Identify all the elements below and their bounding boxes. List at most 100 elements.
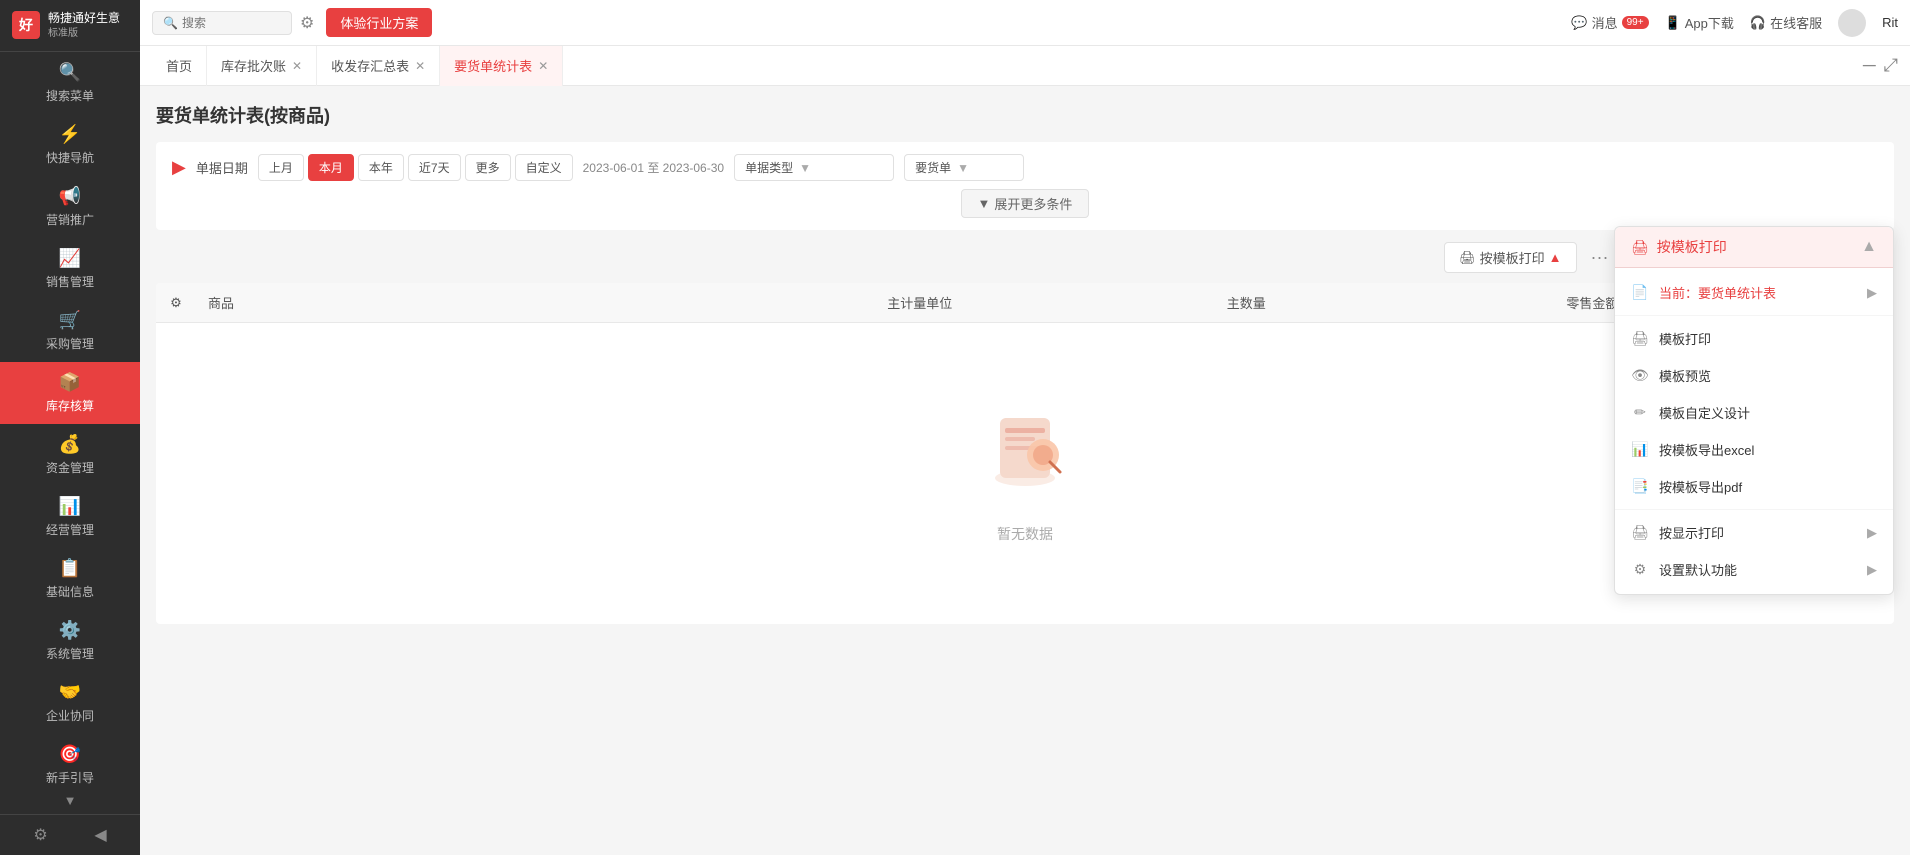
date-button-group: 上月 本月 本年 近7天 更多 自定义	[258, 154, 573, 181]
sidebar-item-operations[interactable]: 📊 经营管理	[0, 486, 140, 548]
current-item-arrow: ▶	[1867, 285, 1877, 301]
sidebar-nav: 🔍 搜索菜单 ⚡ 快捷导航 📢 营销推广 📈 销售管理 🛒 采购管理 📦 库存核…	[0, 52, 140, 787]
config-icon[interactable]: ⚙	[170, 295, 182, 311]
dropdown-item-current[interactable]: 📄 当前：要货单统计表 ▶	[1615, 274, 1893, 311]
tab-close-inventory-batch[interactable]: ✕	[292, 59, 302, 73]
user-avatar[interactable]	[1838, 9, 1866, 37]
template-custom-label: 模板自定义设计	[1659, 403, 1750, 422]
tab-receipt-summary-label: 收发存汇总表	[331, 56, 409, 75]
search-nav-icon: 🔍	[59, 62, 81, 83]
download-icon: 📱	[1665, 15, 1681, 31]
purchase-nav-icon: 🛒	[59, 310, 81, 331]
date-btn-7days[interactable]: 近7天	[408, 154, 461, 181]
date-btn-this-year[interactable]: 本年	[358, 154, 404, 181]
print-template-label: 按模板打印	[1480, 248, 1545, 267]
empty-text: 暂无数据	[997, 524, 1053, 544]
sidebar-item-basic[interactable]: 📋 基础信息	[0, 548, 140, 610]
sidebar-item-marketing[interactable]: 📢 营销推广	[0, 176, 140, 238]
print-title-label: 按模板打印	[1657, 237, 1727, 257]
search-input[interactable]	[182, 16, 282, 30]
service-icon: 🎧	[1750, 15, 1766, 31]
sidebar-item-enterprise[interactable]: 🤝 企业协同	[0, 672, 140, 734]
more-dots-btn[interactable]: ···	[1585, 247, 1615, 268]
sidebar-item-label: 采购管理	[46, 335, 94, 352]
tab-receipt-summary[interactable]: 收发存汇总表 ✕	[317, 46, 440, 86]
print-arrow-icon: ▲	[1549, 250, 1562, 265]
sales-nav-icon: 📈	[59, 248, 81, 269]
print-dropdown-close-btn[interactable]: ▲	[1861, 238, 1877, 256]
set-default-label: 设置默认功能	[1659, 560, 1737, 579]
sidebar-item-search[interactable]: 🔍 搜索菜单	[0, 52, 140, 114]
dropdown-item-set-default[interactable]: ⚙ 设置默认功能 ▶	[1615, 551, 1893, 588]
collapse-icon[interactable]: ◀	[94, 825, 106, 845]
dropdown-item-template-custom[interactable]: ✏ 模板自定义设计	[1615, 394, 1893, 431]
dropdown-item-export-pdf[interactable]: 📑 按模板导出pdf	[1615, 468, 1893, 505]
sidebar-scroll-down[interactable]: ▼	[0, 787, 140, 814]
date-btn-custom[interactable]: 自定义	[515, 154, 573, 181]
th-quantity: 主数量	[1215, 283, 1555, 322]
date-label: 单据日期	[196, 158, 248, 177]
dropdown-item-export-excel[interactable]: 📊 按模板导出excel	[1615, 431, 1893, 468]
sidebar-item-label: 经营管理	[46, 521, 94, 538]
expand-down-icon: ▼	[978, 196, 991, 211]
basic-nav-icon: 📋	[59, 558, 81, 579]
sidebar-item-sales[interactable]: 📈 销售管理	[0, 238, 140, 300]
trial-button[interactable]: 体验行业方案	[326, 8, 432, 37]
settings-bottom-icon[interactable]: ⚙	[33, 825, 47, 845]
print-template-dropdown: 🖨 按模板打印 ▲ 📄 当前：要货单统计表 ▶ 🖨 模板打印 👁	[1614, 226, 1894, 595]
current-item-icon: 📄	[1631, 284, 1649, 301]
topbar-search[interactable]: 🔍	[152, 11, 292, 35]
dropdown-divider-1	[1615, 315, 1893, 316]
finance-nav-icon: 💰	[59, 434, 81, 455]
app-download-item[interactable]: 📱 App下载	[1665, 13, 1734, 32]
sidebar-item-purchase[interactable]: 🛒 采购管理	[0, 300, 140, 362]
gear-icon[interactable]: ⚙	[300, 13, 314, 33]
tab-home[interactable]: 首页	[152, 46, 207, 86]
topbar-right: 💬 消息 99+ 📱 App下载 🎧 在线客服 Rit	[1571, 9, 1898, 37]
sidebar-item-label: 资金管理	[46, 459, 94, 476]
filter-expand-arrow[interactable]: ▶	[172, 157, 186, 178]
template-custom-icon: ✏	[1631, 404, 1649, 421]
order-type-select[interactable]: 单据类型 ▼	[734, 154, 894, 181]
online-service-item[interactable]: 🎧 在线客服	[1750, 13, 1822, 32]
sidebar-item-finance[interactable]: 💰 资金管理	[0, 424, 140, 486]
sidebar-item-shortcut[interactable]: ⚡ 快捷导航	[0, 114, 140, 176]
order-goods-filter[interactable]: 要货单 ▼	[904, 154, 1024, 181]
template-print-label: 模板打印	[1659, 329, 1711, 348]
tab-expand-icon[interactable]: ⤢	[1884, 55, 1898, 76]
tab-close-order-stats[interactable]: ✕	[538, 59, 548, 73]
sidebar-item-label: 新手引导	[46, 769, 94, 786]
set-default-icon: ⚙	[1631, 561, 1649, 578]
th-config[interactable]: ⚙	[156, 283, 196, 322]
th-unit: 主计量单位	[875, 283, 1215, 322]
dropdown-item-template-print[interactable]: 🖨 模板打印	[1615, 320, 1893, 357]
print-template-btn[interactable]: 🖨 按模板打印 ▲	[1444, 242, 1576, 273]
app-download-label: App下载	[1685, 13, 1734, 32]
display-print-label: 按显示打印	[1659, 523, 1724, 542]
dropdown-item-display-print[interactable]: 🖨 按显示打印 ▶	[1615, 514, 1893, 551]
sidebar-item-label: 搜索菜单	[46, 87, 94, 104]
sidebar-item-label: 快捷导航	[46, 149, 94, 166]
print-dropdown-body: 📄 当前：要货单统计表 ▶ 🖨 模板打印 👁 模板预览 ✏ 模板自定义设计	[1615, 268, 1893, 594]
sidebar-item-guide[interactable]: 🎯 新手引导	[0, 734, 140, 787]
tab-inventory-batch[interactable]: 库存批次账 ✕	[207, 46, 317, 86]
filter-expand-row: ▼ 展开更多条件	[172, 189, 1878, 218]
dropdown-item-template-preview[interactable]: 👁 模板预览	[1615, 357, 1893, 394]
date-btn-last-month[interactable]: 上月	[258, 154, 304, 181]
sidebar-item-system[interactable]: ⚙️ 系统管理	[0, 610, 140, 672]
date-btn-this-month[interactable]: 本月	[308, 154, 354, 181]
date-btn-more[interactable]: 更多	[465, 154, 511, 181]
expand-more-btn[interactable]: ▼ 展开更多条件	[961, 189, 1090, 218]
filter-row: ▶ 单据日期 上月 本月 本年 近7天 更多 自定义 2023-06-01 至 …	[172, 154, 1878, 181]
filter-bar: ▶ 单据日期 上月 本月 本年 近7天 更多 自定义 2023-06-01 至 …	[156, 142, 1894, 230]
select-arrow-icon: ▼	[799, 161, 811, 175]
app-version: 标准版	[48, 27, 120, 41]
message-item[interactable]: 💬 消息 99+	[1571, 13, 1648, 32]
sidebar-item-inventory[interactable]: 📦 库存核算	[0, 362, 140, 424]
tab-order-stats[interactable]: 要货单统计表 ✕	[440, 46, 563, 86]
sidebar-bottom: ⚙ ◀	[0, 814, 140, 855]
select-arrow-icon2: ▼	[957, 161, 969, 175]
tab-minimize-icon[interactable]: ─	[1863, 55, 1876, 76]
tab-close-receipt-summary[interactable]: ✕	[415, 59, 425, 73]
date-range-text: 2023-06-01 至 2023-06-30	[583, 159, 724, 176]
